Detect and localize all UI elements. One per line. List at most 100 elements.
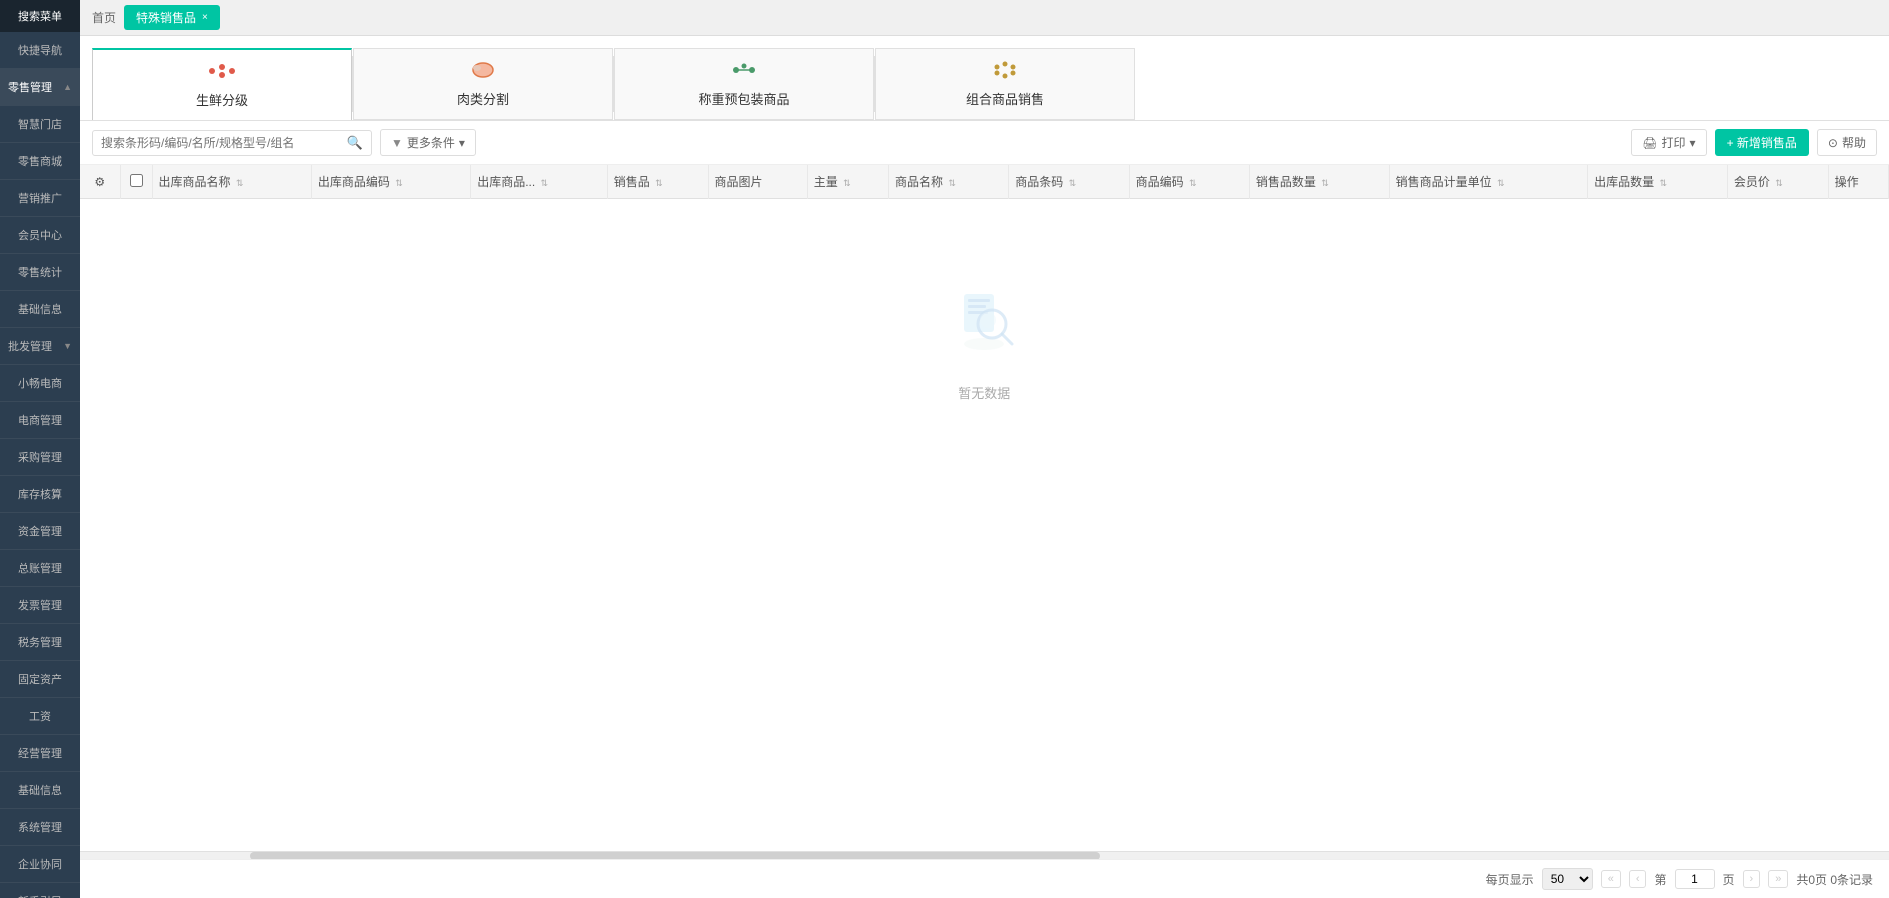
close-icon[interactable]: × — [202, 12, 208, 23]
th-label: 操作 — [1835, 175, 1859, 189]
sidebar-item-finance-mgmt[interactable]: 资金管理 — [0, 513, 80, 550]
sidebar-item-sales-promo[interactable]: 营销推广 — [0, 180, 80, 217]
sidebar-item-label: 基础信息 — [18, 782, 62, 798]
sidebar-item-label: 批发管理 — [8, 338, 52, 354]
th-out-qty: 出库品数量 ⇅ — [1588, 165, 1728, 199]
sidebar-item-basic-info2[interactable]: 基础信息 — [0, 772, 80, 809]
sort-icon: ⇅ — [236, 178, 244, 188]
sidebar-item-mini-ecom[interactable]: 小畅电商 — [0, 365, 80, 402]
sidebar-item-salary[interactable]: 工资 — [0, 698, 80, 735]
sidebar-logo[interactable]: 搜索菜单 — [0, 0, 80, 32]
tab-fresh-grade[interactable]: 生鲜分级 — [92, 48, 352, 120]
th-sales-product: 销售品 ⇅ — [607, 165, 708, 199]
tab-fresh-grade-label: 生鲜分级 — [196, 90, 248, 109]
help-icon: ⊙ — [1828, 136, 1838, 150]
sidebar-item-retail-mall[interactable]: 零售商城 — [0, 143, 80, 180]
th-product-code: 商品编码 ⇅ — [1129, 165, 1249, 199]
toolbar: 🔍 ▼ 更多条件 ▾ 🖨 打印 ▾ + 新增销售品 ⊙ 帮助 — [80, 121, 1889, 165]
sidebar-item-label: 快捷导航 — [18, 42, 62, 58]
current-tab[interactable]: 特殊销售品 × — [124, 5, 220, 30]
sidebar-item-label: 总账管理 — [18, 560, 62, 576]
sidebar-item-label: 会员中心 — [18, 227, 62, 243]
sidebar-item-label: 智慧门店 — [18, 116, 62, 132]
sidebar-item-label: 电商管理 — [18, 412, 62, 428]
filter-button[interactable]: ▼ 更多条件 ▾ — [380, 129, 476, 156]
sidebar-item-label: 零售商城 — [18, 153, 62, 169]
table-header-row: ⚙ 出库商品名称 ⇅ 出库商品编码 ⇅ 出库商品... — [80, 165, 1889, 199]
sidebar-item-label: 基础信息 — [18, 301, 62, 317]
sidebar-item-inventory[interactable]: 库存核算 — [0, 476, 80, 513]
last-page-button[interactable]: » — [1768, 870, 1788, 888]
sidebar-item-ops-mgmt[interactable]: 经营管理 — [0, 735, 80, 772]
search-input[interactable] — [101, 136, 343, 150]
meat-cut-icon — [469, 61, 497, 85]
print-icon: 🖨 — [1642, 136, 1657, 150]
page-input[interactable] — [1675, 869, 1715, 889]
page-suffix: 页 — [1723, 871, 1735, 888]
print-button[interactable]: 🖨 打印 ▾ — [1631, 129, 1706, 156]
sidebar-item-corp-agreement[interactable]: 企业协同 — [0, 846, 80, 883]
sidebar-item-label: 发票管理 — [18, 597, 62, 613]
th-checkbox[interactable] — [120, 165, 152, 199]
sidebar-item-quick-nav[interactable]: 快捷导航 — [0, 32, 80, 69]
tab-cards-area: 生鲜分级 肉类分割 称重预包装商品 — [80, 36, 1889, 121]
sidebar-item-retail-stats[interactable]: 零售统计 — [0, 254, 80, 291]
tab-label: 特殊销售品 — [136, 9, 196, 26]
sort-icon: ⇅ — [1497, 178, 1505, 188]
sidebar-item-label: 小畅电商 — [18, 375, 62, 391]
table-container: ⚙ 出库商品名称 ⇅ 出库商品编码 ⇅ 出库商品... — [80, 165, 1889, 851]
sidebar-item-label: 固定资产 — [18, 671, 62, 687]
sidebar-item-wholesale-mgmt[interactable]: 批发管理 ▼ — [0, 328, 80, 365]
sidebar-item-label: 工资 — [29, 708, 51, 724]
select-all-checkbox[interactable] — [130, 174, 143, 187]
next-page-button[interactable]: › — [1743, 870, 1761, 888]
th-label: 商品编码 — [1136, 175, 1184, 189]
empty-state-row: 暂无数据 — [80, 199, 1889, 483]
table-body: 暂无数据 — [80, 199, 1889, 483]
tab-scale-prepack[interactable]: 称重预包装商品 — [614, 48, 874, 120]
sidebar-item-ecom-mgmt[interactable]: 电商管理 — [0, 402, 80, 439]
sidebar-item-tax-mgmt[interactable]: 税务管理 — [0, 624, 80, 661]
help-button[interactable]: ⊙ 帮助 — [1817, 129, 1877, 156]
filter-icon: ▼ — [391, 136, 403, 150]
toolbar-right: 🖨 打印 ▾ + 新增销售品 ⊙ 帮助 — [1631, 129, 1877, 156]
th-settings[interactable]: ⚙ — [80, 165, 120, 199]
tab-combo-sales[interactable]: 组合商品销售 — [875, 48, 1135, 120]
per-page-select[interactable]: 50 10 20 100 — [1542, 868, 1593, 890]
th-product-barcode: 商品条码 ⇅ — [1009, 165, 1129, 199]
th-label: 商品名称 — [895, 175, 943, 189]
sidebar-item-basic-info[interactable]: 基础信息 — [0, 291, 80, 328]
sidebar-item-general-ledger[interactable]: 总账管理 — [0, 550, 80, 587]
add-sales-item-label: + 新增销售品 — [1727, 134, 1797, 151]
sidebar-item-member-center[interactable]: 会员中心 — [0, 217, 80, 254]
search-icon: 🔍 — [347, 135, 363, 151]
sort-icon: ⇅ — [1775, 178, 1783, 188]
sort-icon: ⇅ — [395, 178, 403, 188]
sidebar-item-newbie[interactable]: 新手引导 — [0, 883, 80, 898]
sidebar-item-invoice-mgmt[interactable]: 发票管理 — [0, 587, 80, 624]
sidebar-item-purchase-mgmt[interactable]: 采购管理 — [0, 439, 80, 476]
home-link[interactable]: 首页 — [92, 9, 116, 26]
sidebar-item-retail-mgmt[interactable]: 零售管理 ▲ — [0, 69, 80, 106]
empty-label: 暂无数据 — [958, 383, 1010, 402]
prev-page-button[interactable]: ‹ — [1629, 870, 1647, 888]
empty-state: 暂无数据 — [80, 199, 1889, 482]
th-main-unit: 主量 ⇅ — [807, 165, 888, 199]
horizontal-scrollbar[interactable] — [80, 851, 1889, 859]
sidebar-item-label: 税务管理 — [18, 634, 62, 650]
tab-meat-cut[interactable]: 肉类分割 — [353, 48, 613, 120]
sidebar-item-smart-store[interactable]: 智慧门店 — [0, 106, 80, 143]
th-label: 销售商品计量单位 — [1396, 175, 1492, 189]
add-sales-item-button[interactable]: + 新增销售品 — [1715, 129, 1809, 156]
tab-combo-sales-label: 组合商品销售 — [966, 89, 1044, 108]
sort-icon: ⇅ — [843, 178, 851, 188]
topbar: 首页 特殊销售品 × — [80, 0, 1889, 36]
first-page-button[interactable]: « — [1601, 870, 1621, 888]
th-label: 销售品数量 — [1256, 175, 1316, 189]
main-content: 首页 特殊销售品 × 生鲜分级 — [80, 0, 1889, 898]
th-product-image: 商品图片 — [708, 165, 807, 199]
sidebar-item-fixed-assets[interactable]: 固定资产 — [0, 661, 80, 698]
sidebar-item-sys-mgmt[interactable]: 系统管理 — [0, 809, 80, 846]
settings-icon: ⚙ — [94, 175, 105, 189]
sidebar-item-label: 经营管理 — [18, 745, 62, 761]
